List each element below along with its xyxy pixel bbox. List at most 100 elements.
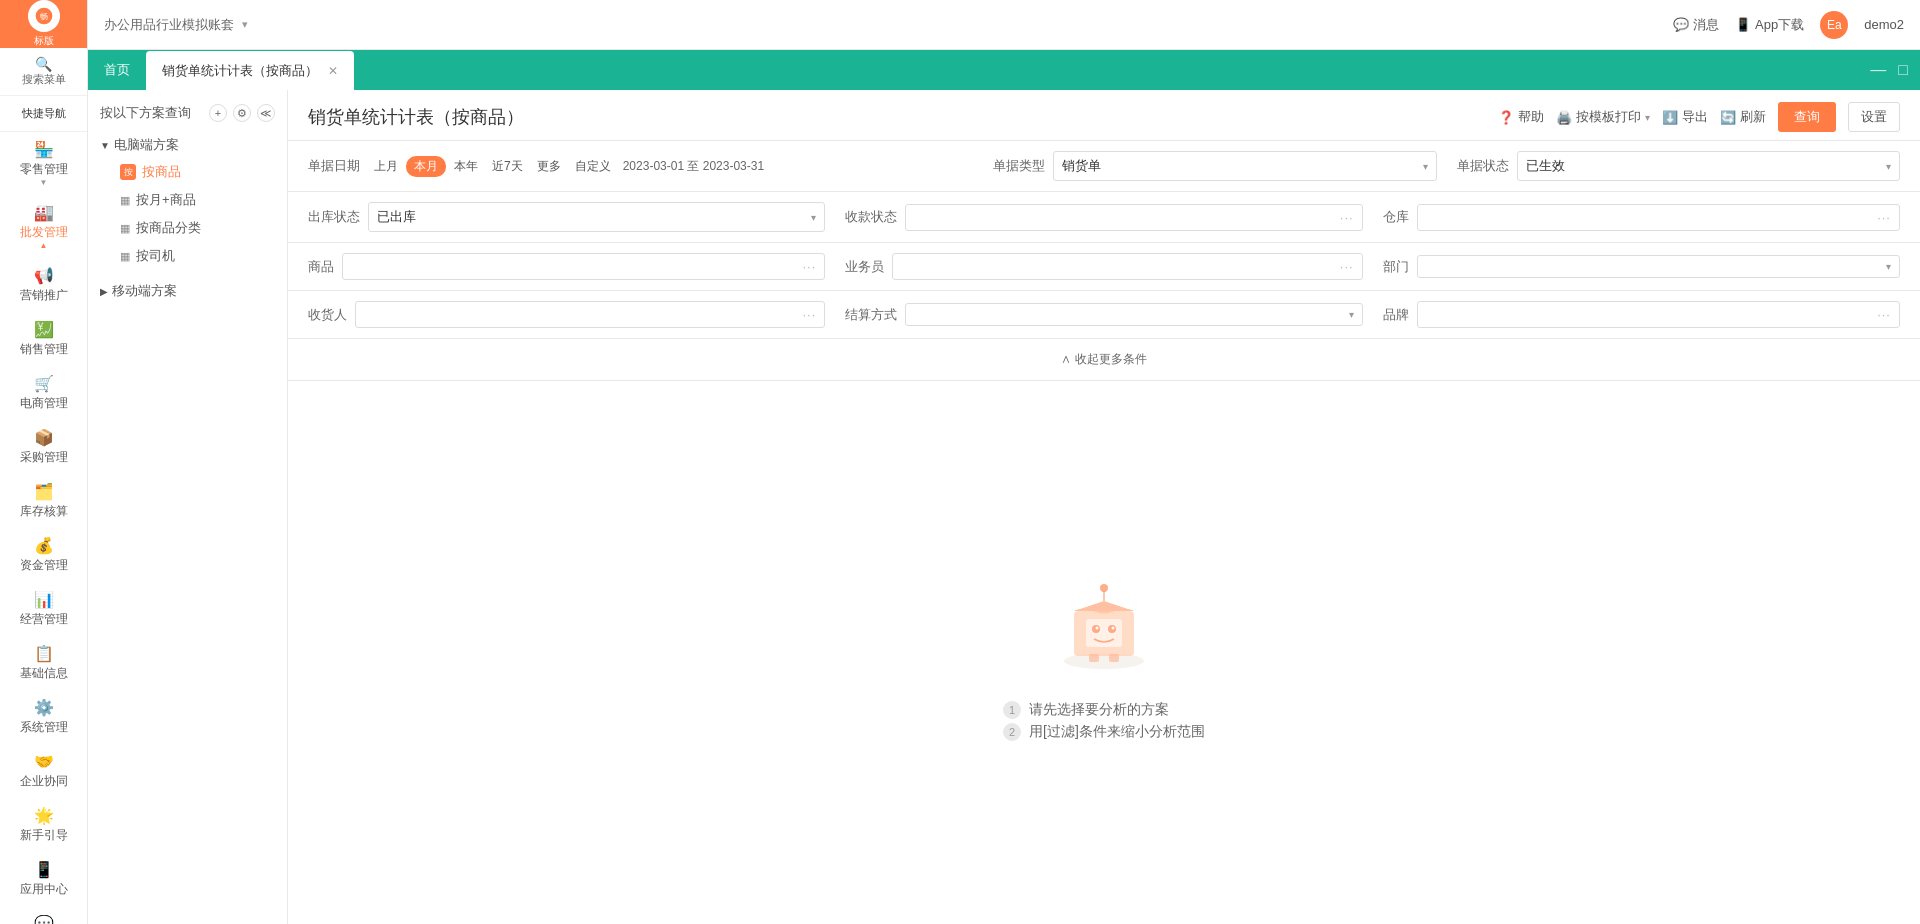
sidebar-item-basic[interactable]: 📋 基础信息 (0, 636, 87, 690)
sidebar-item-operations-label: 经营管理 (20, 611, 68, 628)
breadcrumb-dropdown[interactable]: ▾ (242, 18, 248, 31)
brand-select[interactable]: ··· (1417, 301, 1900, 328)
stock-status-select[interactable]: 已出库 ▾ (368, 202, 825, 232)
scheme-item-by-category[interactable]: ▦ 按商品分类 (96, 214, 287, 242)
doc-type-label: 单据类型 (993, 157, 1053, 175)
sidebar-item-appcenter[interactable]: 📱 应用中心 (0, 852, 87, 906)
user-avatar[interactable]: Ea (1820, 11, 1848, 39)
sidebar-item-marketing[interactable]: 📢 营销推广 (0, 258, 87, 312)
sidebar-item-retail[interactable]: 🏪 零售管理 ▼ (0, 132, 87, 195)
guide-icon: 🌟 (34, 806, 54, 825)
wholesale-icon: 🏭 (34, 203, 54, 222)
sidebar-item-guide[interactable]: 🌟 新手引导 (0, 798, 87, 852)
tab-home[interactable]: 首页 (88, 50, 146, 90)
date-tab-last-month[interactable]: 上月 (368, 156, 404, 177)
sidebar-item-wechat[interactable]: 💬 企业微信 (0, 906, 87, 924)
payment-status-select[interactable]: ··· (905, 204, 1362, 231)
product-select[interactable]: ··· (342, 253, 825, 280)
tab-close-button[interactable]: ✕ (328, 64, 338, 78)
tab-minimize-button[interactable]: — (1866, 57, 1890, 83)
scheme-section-mobile: ▶ 移动端方案 (88, 274, 287, 308)
scheme-section-pc-header[interactable]: ▼ 电脑端方案 (88, 132, 287, 158)
app-download-label: App下载 (1755, 16, 1804, 34)
warehouse-dots: ··· (1877, 210, 1891, 225)
settlement-group: 结算方式 ▾ (845, 301, 1362, 328)
dept-caret: ▾ (1886, 261, 1891, 272)
appcenter-icon: 📱 (34, 860, 54, 879)
doc-type-value: 销货单 (1062, 157, 1101, 175)
collapse-button[interactable]: ∧ 收起更多条件 (1049, 347, 1158, 372)
date-label: 单据日期 (308, 157, 368, 175)
staff-select[interactable]: ··· (892, 253, 1362, 280)
sidebar-search[interactable]: 🔍 搜索菜单 (0, 48, 87, 96)
tab-bar: 首页 销货单统计计表（按商品） ✕ — □ (88, 50, 1920, 90)
date-tab-this-year[interactable]: 本年 (448, 156, 484, 177)
settings-button[interactable]: 设置 (1848, 102, 1900, 132)
app-logo[interactable]: 畅 标版 (0, 0, 87, 48)
quick-nav-label: 快捷导航 (0, 100, 87, 127)
dept-select[interactable]: ▾ (1417, 255, 1900, 278)
print-button[interactable]: 🖨️ 按模板打印 ▾ (1556, 108, 1650, 126)
scheme-section-mobile-header[interactable]: ▶ 移动端方案 (88, 278, 287, 304)
scheme-item-by-product[interactable]: 按 按商品 (96, 158, 287, 186)
main-content: 销货单统计计表（按商品） ❓ 帮助 🖨️ 按模板打印 ▾ ⬇️ 导出 (288, 90, 1920, 924)
date-range-display: 2023-03-01 至 2023-03-31 (623, 158, 764, 175)
scheme-add-button[interactable]: + (209, 104, 227, 122)
doc-type-select[interactable]: 销货单 ▾ (1053, 151, 1436, 181)
filter-row-1: 单据日期 上月 本月 本年 近7天 更多 自定义 2023-03-01 至 20… (288, 141, 1920, 192)
empty-state: 1 请先选择要分析的方案 2 用[过滤]条件来缩小分析范围 (288, 381, 1920, 924)
message-button[interactable]: 💬 消息 (1673, 16, 1719, 34)
sidebar-item-inventory[interactable]: 🗂️ 库存核算 (0, 474, 87, 528)
scheme-item-by-scanner[interactable]: ▦ 按司机 (96, 242, 287, 270)
home-tab-label: 首页 (104, 61, 130, 79)
avatar-initials: Ea (1827, 18, 1842, 32)
marketing-icon: 📢 (34, 266, 54, 285)
query-button[interactable]: 查询 (1778, 102, 1836, 132)
sidebar-item-purchase[interactable]: 📦 采购管理 (0, 420, 87, 474)
brand-group: 品牌 ··· (1383, 301, 1900, 328)
dept-group: 部门 ▾ (1383, 253, 1900, 280)
sidebar-item-ecommerce[interactable]: 🛒 电商管理 (0, 366, 87, 420)
sidebar-item-system[interactable]: ⚙️ 系统管理 (0, 690, 87, 744)
sidebar-item-retail-label: 零售管理 (20, 161, 68, 178)
date-filter-group: 单据日期 上月 本月 本年 近7天 更多 自定义 2023-03-01 至 20… (308, 156, 973, 177)
sidebar-item-finance[interactable]: 💰 资金管理 (0, 528, 87, 582)
sidebar-item-wholesale[interactable]: 🏭 批发管理 ▲ (0, 195, 87, 258)
hint-num-2: 2 (1003, 723, 1021, 741)
tab-sales-stat[interactable]: 销货单统计计表（按商品） ✕ (146, 51, 354, 91)
settings-label: 设置 (1861, 108, 1887, 126)
doc-status-select[interactable]: 已生效 ▾ (1517, 151, 1900, 181)
scheme-panel: 按以下方案查询 + ⚙ ≪ ▼ 电脑端方案 按 按商品 ▦ 按月+ (88, 90, 288, 924)
scheme-settings-button[interactable]: ⚙ (233, 104, 251, 122)
doc-type-caret: ▾ (1423, 161, 1428, 172)
recipient-label: 收货人 (308, 306, 355, 324)
sidebar-item-sales[interactable]: 💹 销售管理 (0, 312, 87, 366)
help-label: 帮助 (1518, 108, 1544, 126)
stock-status-group: 出库状态 已出库 ▾ (308, 202, 825, 232)
hint-num-1: 1 (1003, 701, 1021, 719)
by-month-label: 按月+商品 (136, 191, 196, 209)
app-download-button[interactable]: 📱 App下载 (1735, 16, 1804, 34)
mobile-section-arrow: ▶ (100, 286, 108, 297)
date-tab-more[interactable]: 更多 (531, 156, 567, 177)
sidebar-item-cooperation[interactable]: 🤝 企业协同 (0, 744, 87, 798)
filter-row-2: 出库状态 已出库 ▾ 收款状态 ··· 仓库 (288, 192, 1920, 243)
scheme-item-by-month-product[interactable]: ▦ 按月+商品 (96, 186, 287, 214)
settlement-select[interactable]: ▾ (905, 303, 1362, 326)
date-tab-this-month[interactable]: 本月 (406, 156, 446, 177)
sidebar-item-operations[interactable]: 📊 经营管理 (0, 582, 87, 636)
help-button[interactable]: ❓ 帮助 (1498, 108, 1544, 126)
refresh-button[interactable]: 🔄 刷新 (1720, 108, 1766, 126)
sidebar-item-marketing-label: 营销推广 (20, 287, 68, 304)
by-month-icon: ▦ (120, 194, 130, 207)
recipient-select[interactable]: ··· (355, 301, 825, 328)
scheme-collapse-button[interactable]: ≪ (257, 104, 275, 122)
stock-caret: ▾ (811, 212, 816, 223)
warehouse-select[interactable]: ··· (1417, 204, 1900, 231)
date-tab-custom[interactable]: 自定义 (569, 156, 617, 177)
stock-status-label: 出库状态 (308, 208, 368, 226)
date-tab-7days[interactable]: 近7天 (486, 156, 529, 177)
tab-maximize-button[interactable]: □ (1894, 57, 1912, 83)
quick-nav[interactable]: 快捷导航 (0, 96, 87, 132)
export-button[interactable]: ⬇️ 导出 (1662, 108, 1708, 126)
